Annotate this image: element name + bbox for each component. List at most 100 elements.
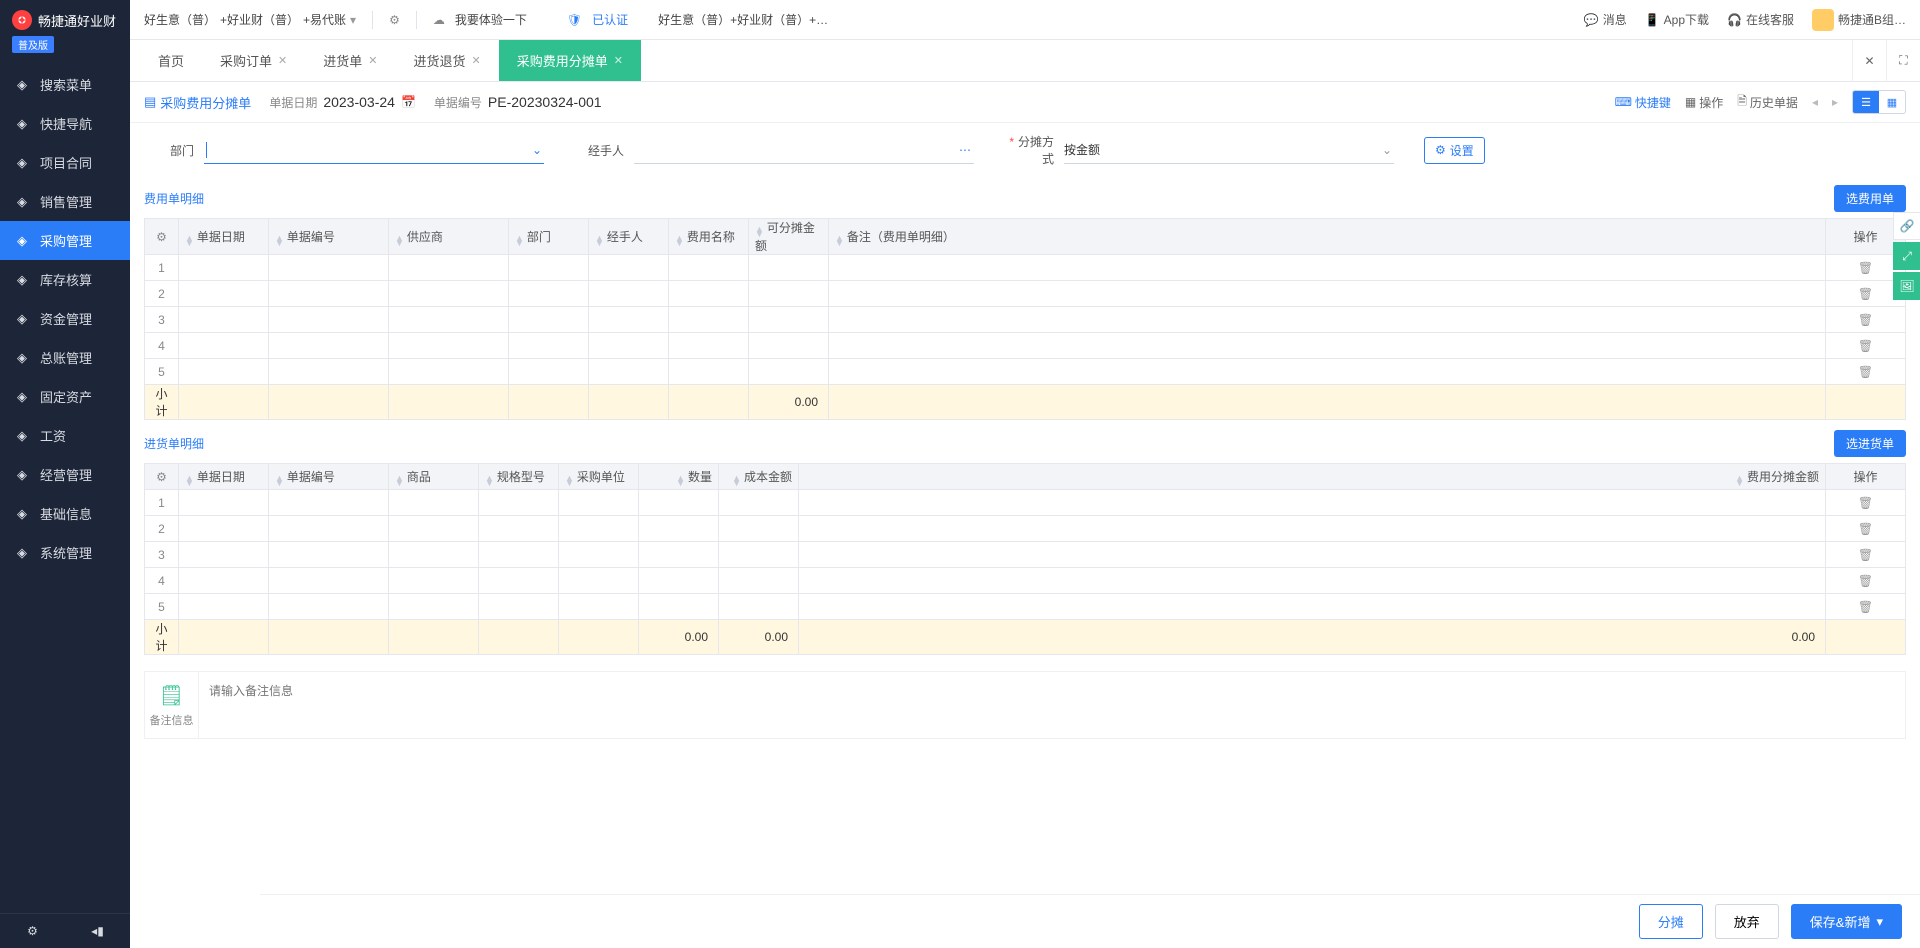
delete-row[interactable]: 🗑 (1826, 542, 1906, 568)
dept-select[interactable]: ⌄ (204, 136, 544, 164)
tabs: 首页采购订单✕进货单✕进货退货✕采购费用分摊单✕ ✕ ⛶ (130, 40, 1920, 82)
sidebar-item-grid[interactable]: ◈工资 (0, 416, 130, 455)
app-download-link[interactable]: 📱App下载 (1645, 11, 1709, 28)
shortcut-link[interactable]: ⌨快捷键 (1615, 94, 1671, 111)
table-row[interactable]: 4🗑 (145, 333, 1906, 359)
col-header[interactable]: ▲▼经手人 (589, 219, 669, 255)
gear-icon[interactable]: ⚙ (145, 464, 179, 490)
discard-button[interactable]: 放弃 (1715, 904, 1779, 939)
col-header[interactable]: ▲▼成本金额 (719, 464, 799, 490)
delete-row[interactable]: 🗑 (1826, 594, 1906, 620)
table-row[interactable]: 1🗑 (145, 255, 1906, 281)
table-row[interactable]: 3🗑 (145, 307, 1906, 333)
settings-icon[interactable]: ⚙ (0, 914, 65, 948)
attach-icon[interactable]: 🔗 (1893, 212, 1920, 240)
col-header[interactable]: ▲▼备注（费用单明细） (829, 219, 1826, 255)
next-doc[interactable]: ▸ (1832, 95, 1838, 109)
sidebar-item-card[interactable]: ◈基础信息 (0, 494, 130, 533)
col-header[interactable]: ▲▼供应商 (389, 219, 509, 255)
gear-icon[interactable]: ⚙ (389, 13, 400, 27)
remark-input[interactable] (199, 672, 1905, 738)
sidebar-item-doc[interactable]: ◈项目合同 (0, 143, 130, 182)
col-header[interactable]: ▲▼单据日期 (179, 464, 269, 490)
close-icon[interactable]: ✕ (472, 54, 481, 67)
table-row[interactable]: 2🗑 (145, 281, 1906, 307)
table-row[interactable]: 1🗑 (145, 490, 1906, 516)
save-new-button[interactable]: 保存&新增▾ (1791, 904, 1902, 939)
table-row[interactable]: 5🗑 (145, 594, 1906, 620)
settings-button[interactable]: ⚙设置 (1424, 137, 1485, 164)
col-header[interactable]: ▲▼单据编号 (269, 219, 389, 255)
brand: ✦ 畅捷通好业财 (0, 0, 130, 36)
sidebar-item-book[interactable]: ◈总账管理 (0, 338, 130, 377)
collapse-icon[interactable]: ◂▮ (65, 914, 130, 948)
calendar-icon[interactable]: 📅 (401, 95, 416, 109)
table-row[interactable]: 3🗑 (145, 542, 1906, 568)
delete-row[interactable]: 🗑 (1826, 333, 1906, 359)
history-icon: 🗎 (1737, 92, 1747, 113)
col-header[interactable]: ▲▼规格型号 (479, 464, 559, 490)
col-header[interactable]: ▲▼数量 (639, 464, 719, 490)
image-icon[interactable]: 🖼 (1893, 272, 1920, 300)
col-header[interactable]: ▲▼费用分摊金额 (799, 464, 1826, 490)
expand-icon[interactable]: ⤢ (1893, 242, 1920, 270)
list-view-icon[interactable]: ☰ (1853, 91, 1879, 113)
col-header[interactable]: ▲▼单据编号 (269, 464, 389, 490)
support-link[interactable]: 🎧在线客服 (1727, 11, 1794, 28)
table-row[interactable]: 5🗑 (145, 359, 1906, 385)
ops-link[interactable]: ▦操作 (1685, 94, 1723, 111)
delete-row[interactable]: 🗑 (1826, 568, 1906, 594)
gear-icon[interactable]: ⚙ (145, 219, 179, 255)
tab[interactable]: 进货退货✕ (395, 40, 498, 81)
close-all-tabs[interactable]: ✕ (1852, 40, 1886, 82)
messages-link[interactable]: 💬消息 (1584, 11, 1627, 28)
close-icon[interactable]: ✕ (278, 54, 287, 67)
delete-row[interactable]: 🗑 (1826, 516, 1906, 542)
col-header[interactable]: ▲▼部门 (509, 219, 589, 255)
tab[interactable]: 采购订单✕ (202, 40, 305, 81)
message-icon: 💬 (1584, 13, 1599, 27)
doc-date[interactable]: 2023-03-24 (323, 94, 395, 110)
sidebar-item-bag[interactable]: ◈采购管理 (0, 221, 130, 260)
context-text[interactable]: 好生意（普）+好业财（普）+… (658, 11, 828, 28)
sidebar-item-search[interactable]: ◈搜索菜单 (0, 65, 130, 104)
tab[interactable]: 首页 (140, 40, 202, 81)
col-header[interactable]: ▲▼可分摊金额 (749, 219, 829, 255)
delete-row[interactable]: 🗑 (1826, 307, 1906, 333)
sidebar-item-building[interactable]: ◈固定资产 (0, 377, 130, 416)
sidebar-item-home[interactable]: ◈快捷导航 (0, 104, 130, 143)
handler-select[interactable]: ⋯ (634, 136, 974, 164)
breadcrumb[interactable]: 好生意（普） +好业财（普） +易代账 ▾ (144, 11, 356, 28)
history-link[interactable]: 🗎历史单据 (1737, 92, 1798, 113)
table-row[interactable]: 2🗑 (145, 516, 1906, 542)
sidebar: ✦ 畅捷通好业财 普及版 ◈搜索菜单◈快捷导航◈项目合同◈销售管理◈采购管理◈库… (0, 0, 130, 948)
select-expense-button[interactable]: 选费用单 (1834, 185, 1906, 212)
col-header[interactable]: ▲▼单据日期 (179, 219, 269, 255)
select-goods-button[interactable]: 选进货单 (1834, 430, 1906, 457)
sidebar-item-cart[interactable]: ◈销售管理 (0, 182, 130, 221)
try-link[interactable]: 我要体验一下 (455, 11, 527, 28)
col-header[interactable]: ▲▼采购单位 (559, 464, 639, 490)
share-button[interactable]: 分摊 (1639, 904, 1703, 939)
card-view-icon[interactable]: ▦ (1879, 91, 1905, 113)
col-header[interactable]: ▲▼商品 (389, 464, 479, 490)
delete-row[interactable]: 🗑 (1826, 359, 1906, 385)
sidebar-item-coin[interactable]: ◈资金管理 (0, 299, 130, 338)
building-icon: ◈ (14, 389, 30, 405)
more-icon: ⋯ (959, 143, 972, 157)
user-menu[interactable]: 畅捷通B组… (1812, 9, 1906, 31)
close-icon[interactable]: ✕ (368, 54, 377, 67)
tab[interactable]: 进货单✕ (305, 40, 395, 81)
table-row[interactable]: 4🗑 (145, 568, 1906, 594)
col-header[interactable]: ▲▼费用名称 (669, 219, 749, 255)
fullscreen-toggle[interactable]: ⛶ (1886, 40, 1920, 82)
delete-row[interactable]: 🗑 (1826, 490, 1906, 516)
method-select[interactable]: 按金额 ⌄ (1064, 136, 1394, 164)
sidebar-item-gear[interactable]: ◈系统管理 (0, 533, 130, 572)
sidebar-item-box[interactable]: ◈库存核算 (0, 260, 130, 299)
close-icon[interactable]: ✕ (614, 54, 623, 67)
view-mode-toggle[interactable]: ☰ ▦ (1852, 90, 1906, 114)
prev-doc[interactable]: ◂ (1812, 95, 1818, 109)
tab[interactable]: 采购费用分摊单✕ (499, 40, 641, 81)
sidebar-item-clipboard[interactable]: ◈经营管理 (0, 455, 130, 494)
